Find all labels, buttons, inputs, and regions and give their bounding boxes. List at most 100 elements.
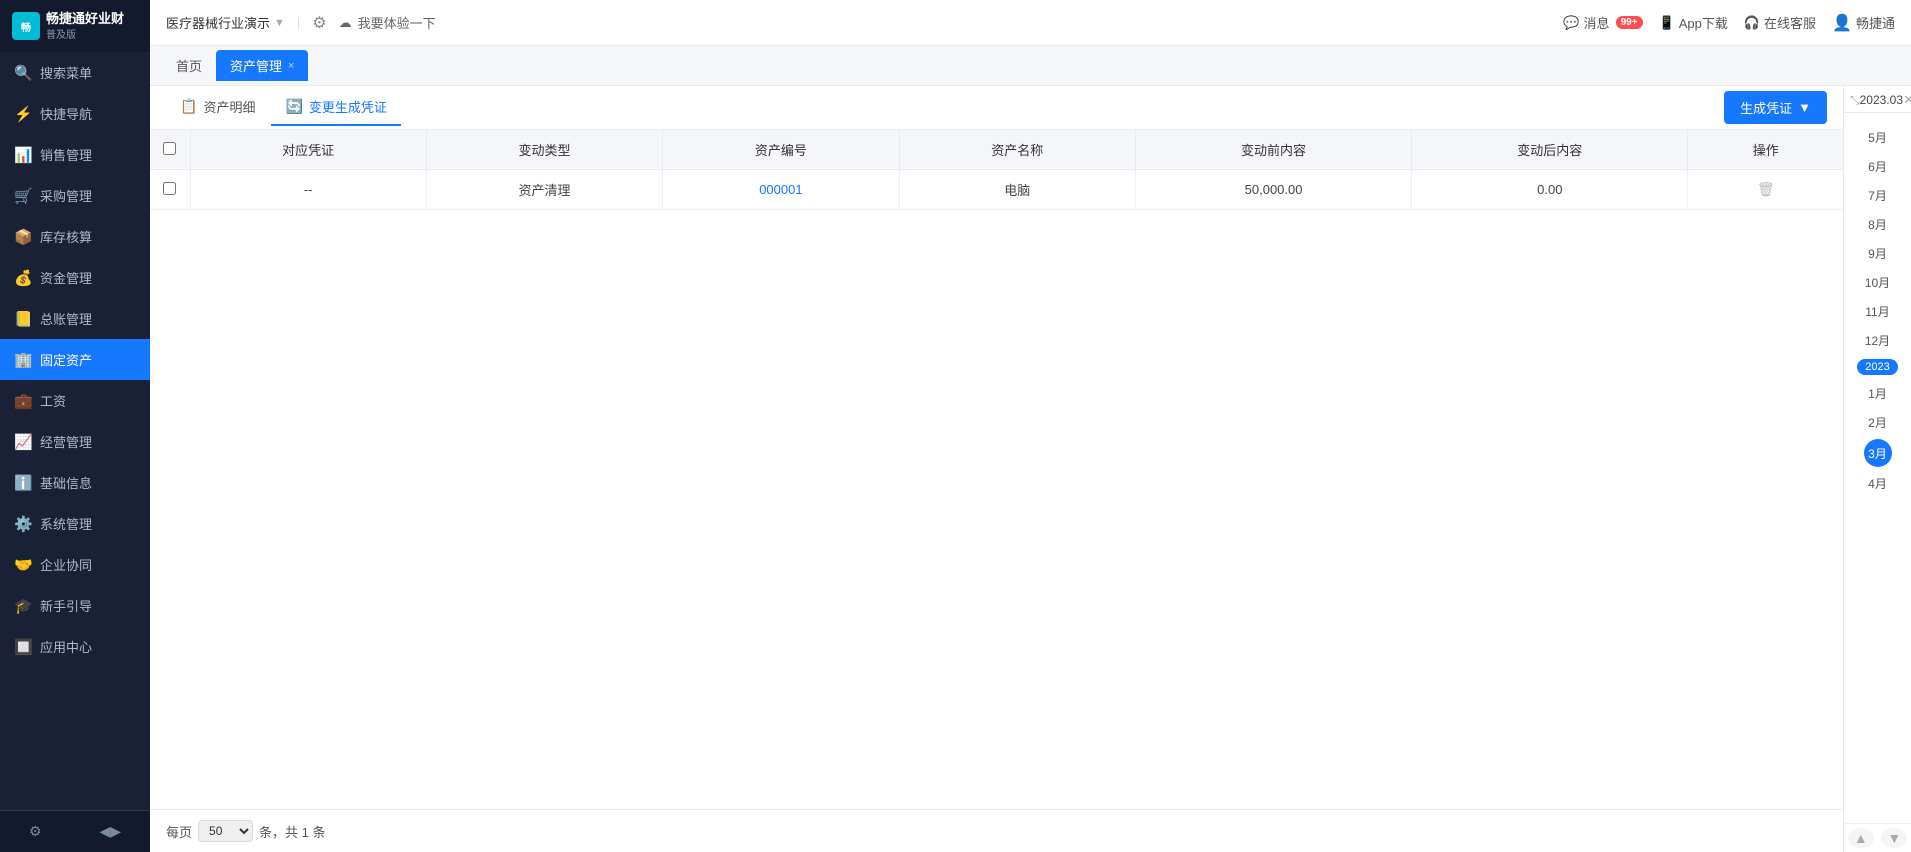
operations-icon: 📈 [14, 433, 32, 451]
timeline-up-btn[interactable]: ▲ [1848, 828, 1874, 848]
timeline-year-badge-wrap: 2023 [1844, 355, 1911, 379]
asset-table: 对应凭证 变动类型 资产编号 资产名称 变动前内容 变动后内容 操作 [150, 130, 1843, 210]
sales-icon: 📊 [14, 146, 32, 164]
sidebar-item-enterprise[interactable]: 🤝 企业协同 [0, 544, 150, 585]
notification-btn[interactable]: 💬 消息 99+ [1563, 13, 1642, 32]
sidebar-item-operations[interactable]: 📈 经营管理 [0, 421, 150, 462]
experience-btn[interactable]: ☁ 我要体验一下 [339, 13, 436, 32]
dropdown-icon: ▼ [274, 17, 285, 29]
generate-voucher-button[interactable]: 生成凭证 ▼ [1724, 91, 1827, 124]
sidebar-label-apps: 应用中心 [40, 637, 92, 656]
row-before-change: 50,000.00 [1135, 170, 1411, 210]
timeline-month-5[interactable]: 5月 [1868, 125, 1887, 150]
table-row: -- 资产清理 000001 电脑 50,000.00 0.00 🗑 [150, 170, 1843, 210]
company-name: 医疗器械行业演示 [166, 13, 270, 32]
sidebar-label-fixed-assets: 固定资产 [40, 350, 92, 369]
settings-btn[interactable]: ⚙ [21, 819, 50, 844]
user-menu[interactable]: 👤 畅捷通 [1832, 13, 1895, 33]
timeline-nav: ▲ ▼ [1844, 823, 1911, 852]
per-page-label: 每页 [166, 822, 192, 841]
search-icon: 🔍 [14, 64, 32, 82]
user-name: 畅捷通 [1856, 13, 1895, 32]
sidebar-label-operations: 经营管理 [40, 432, 92, 451]
sidebar-item-payroll[interactable]: 💼 工资 [0, 380, 150, 421]
timeline-down-btn[interactable]: ▼ [1881, 828, 1907, 848]
sidebar-item-quick-nav[interactable]: ⚡ 快捷导航 [0, 93, 150, 134]
notification-icon: 💬 [1563, 15, 1579, 31]
sidebar-label-guide: 新手引导 [40, 596, 92, 615]
timeline-month-4[interactable]: 4月 [1868, 471, 1887, 496]
month-wrap-3-active: 3月 [1844, 437, 1911, 469]
tab-close-btn[interactable]: × [288, 60, 294, 72]
sidebar-item-fixed-assets[interactable]: 🏢 固定资产 [0, 339, 150, 380]
th-asset-name: 资产名称 [899, 130, 1135, 170]
finance-icon: 💰 [14, 269, 32, 287]
sidebar-item-system[interactable]: ⚙️ 系统管理 [0, 503, 150, 544]
timeline-month-10[interactable]: 10月 [1865, 270, 1890, 295]
topbar: 医疗器械行业演示 ▼ | ⚙ ☁ 我要体验一下 💬 消息 99+ 📱 App下载… [150, 0, 1911, 46]
payroll-icon: 💼 [14, 392, 32, 410]
th-after-change: 变动后内容 [1412, 130, 1688, 170]
th-change-type: 变动类型 [426, 130, 662, 170]
th-asset-number: 资产编号 [663, 130, 899, 170]
content-main: 📋 资产明细 🔄 变更生成凭证 生成凭证 ▼ [150, 86, 1843, 852]
sidebar-item-ledger[interactable]: 📒 总账管理 [0, 298, 150, 339]
online-service-label: 在线客服 [1764, 13, 1816, 32]
topbar-right: 💬 消息 99+ 📱 App下载 🎧 在线客服 👤 畅捷通 [1563, 13, 1895, 33]
timeline-month-9[interactable]: 9月 [1868, 241, 1887, 266]
timeline-month-3-active[interactable]: 3月 [1864, 439, 1892, 467]
nav-tabs: 首页 资产管理 × [150, 46, 1911, 86]
sidebar-item-sales[interactable]: 📊 销售管理 [0, 134, 150, 175]
delete-row-btn[interactable]: 🗑 [1757, 181, 1775, 197]
change-voucher-icon: 🔄 [285, 98, 302, 115]
basic-info-icon: ℹ️ [14, 474, 32, 492]
sidebar-label-basic-info: 基础信息 [40, 473, 92, 492]
timeline-month-6[interactable]: 6月 [1868, 154, 1887, 179]
timeline-expand-icon[interactable]: ⤡ [1850, 93, 1860, 108]
per-page-select[interactable]: 10 20 50 100 [198, 820, 253, 842]
app-download-btn[interactable]: 📱 App下载 [1659, 13, 1728, 32]
tab-home[interactable]: 首页 [166, 50, 212, 81]
sidebar-item-guide[interactable]: 🎓 新手引导 [0, 585, 150, 626]
month-wrap-6: 6月 [1844, 152, 1911, 181]
sidebar-item-apps[interactable]: 🔲 应用中心 [0, 626, 150, 667]
timeline-close-btn[interactable]: ✕ [1903, 92, 1911, 108]
timeline-month-8[interactable]: 8月 [1868, 212, 1887, 237]
logo-icon: 畅 [12, 12, 40, 40]
timeline-month-12[interactable]: 12月 [1865, 328, 1890, 353]
sidebar-item-finance[interactable]: 💰 资金管理 [0, 257, 150, 298]
sidebar-item-search[interactable]: 🔍 搜索菜单 [0, 52, 150, 93]
row-change-type: 资产清理 [426, 170, 662, 210]
company-selector[interactable]: 医疗器械行业演示 ▼ [166, 13, 285, 32]
sidebar-label-purchase: 采购管理 [40, 186, 92, 205]
table-header-row: 对应凭证 变动类型 资产编号 资产名称 变动前内容 变动后内容 操作 [150, 130, 1843, 170]
enterprise-icon: 🤝 [14, 556, 32, 574]
notification-label: 消息 [1584, 13, 1610, 32]
timeline-year-badge[interactable]: 2023 [1857, 359, 1897, 375]
sub-tab-asset-detail[interactable]: 📋 资产明细 [166, 89, 269, 126]
sidebar-label-finance: 资金管理 [40, 268, 92, 287]
sidebar-item-purchase[interactable]: 🛒 采购管理 [0, 175, 150, 216]
timeline-month-7[interactable]: 7月 [1868, 183, 1887, 208]
logo-name: 畅捷通好业财 [46, 11, 124, 27]
sub-tab-change-voucher[interactable]: 🔄 变更生成凭证 [271, 89, 400, 126]
sidebar-label-quick-nav: 快捷导航 [40, 104, 92, 123]
row-checkbox[interactable] [163, 182, 176, 195]
select-all-checkbox[interactable] [163, 142, 176, 155]
tab-asset-management[interactable]: 资产管理 × [216, 50, 308, 81]
sidebar-item-inventory[interactable]: 📦 库存核算 [0, 216, 150, 257]
sidebar-item-basic-info[interactable]: ℹ️ 基础信息 [0, 462, 150, 503]
ledger-icon: 📒 [14, 310, 32, 328]
timeline-month-2[interactable]: 2月 [1868, 410, 1887, 435]
sidebar-label-system: 系统管理 [40, 514, 92, 533]
timeline-header: 2023.03 [1860, 93, 1903, 107]
settings-gear-icon[interactable]: ⚙ [312, 13, 326, 33]
month-wrap-1: 1月 [1844, 379, 1911, 408]
online-service-btn[interactable]: 🎧 在线客服 [1744, 13, 1816, 32]
fixed-assets-icon: 🏢 [14, 351, 32, 369]
timeline-month-11[interactable]: 11月 [1865, 299, 1889, 324]
table-wrapper: 对应凭证 变动类型 资产编号 资产名称 变动前内容 变动后内容 操作 [150, 130, 1843, 809]
timeline-month-1[interactable]: 1月 [1868, 381, 1887, 406]
collapse-btn[interactable]: ◀▶ [91, 819, 129, 844]
timeline-scroll: 5月 6月 7月 8月 9月 10月 11月 [1844, 113, 1911, 823]
